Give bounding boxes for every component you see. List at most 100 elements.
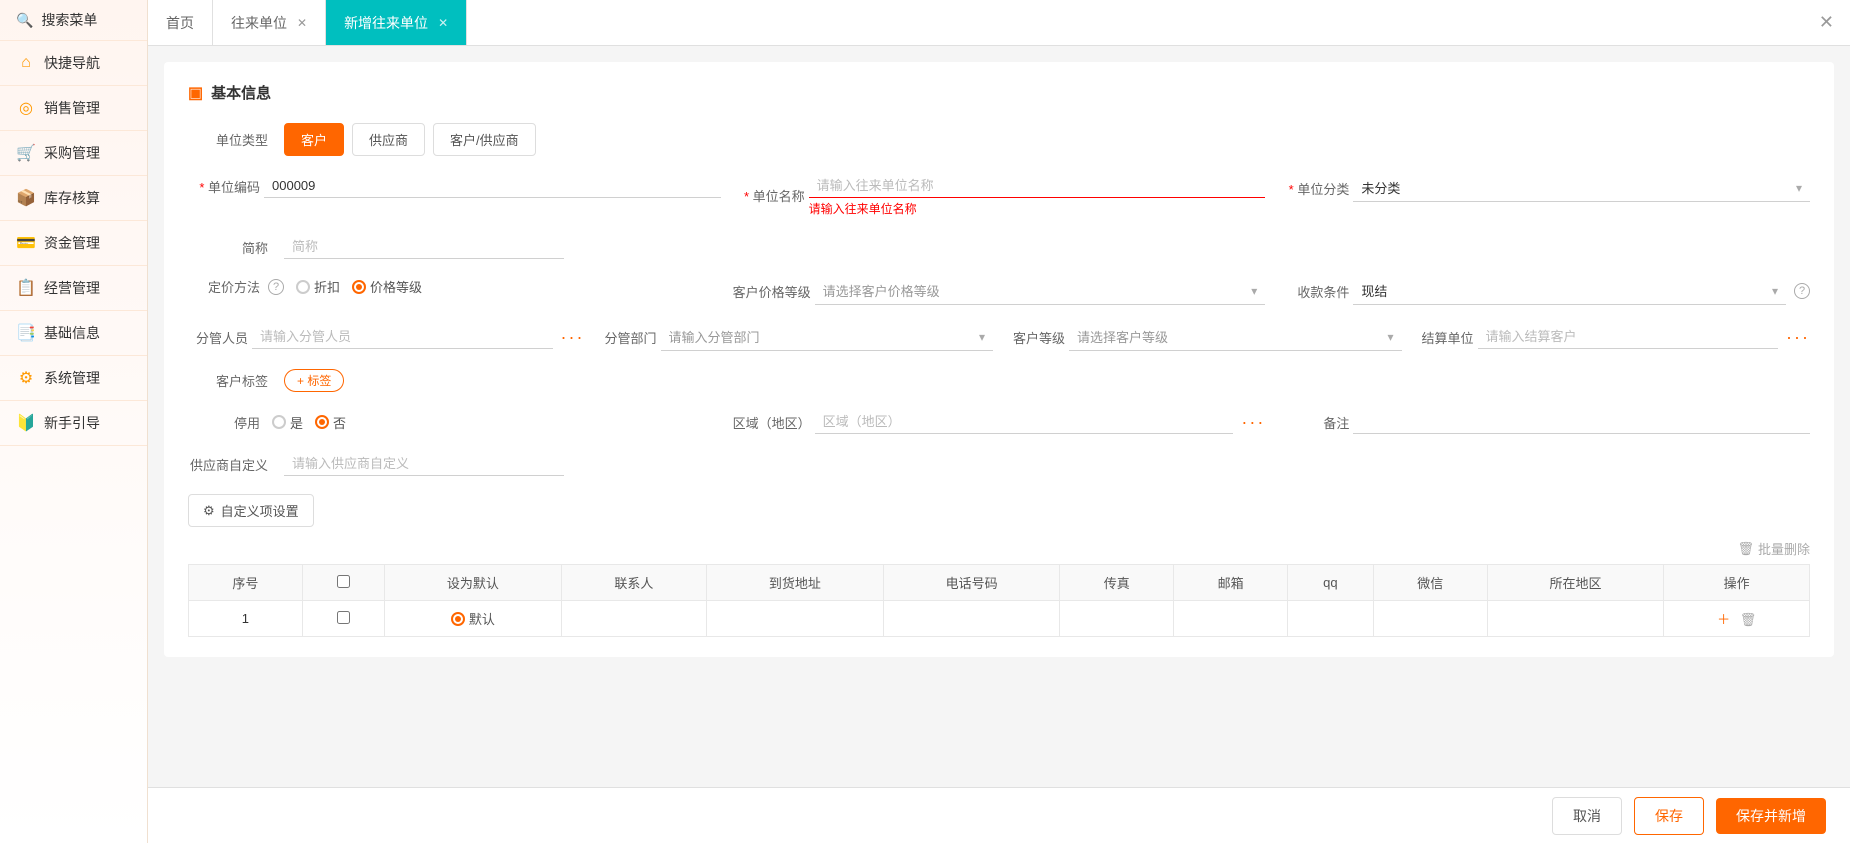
abbr-label: 简称	[188, 238, 268, 257]
default-radio-circle	[451, 612, 465, 626]
region-more-button[interactable]: ···	[1241, 412, 1265, 433]
settlement-more-button[interactable]: ···	[1786, 327, 1810, 348]
chevron-down-icon: ▾	[1796, 181, 1802, 195]
unit-category-value: 未分类	[1361, 178, 1400, 197]
th-fax: 传真	[1060, 565, 1174, 601]
disabled-radio-group: 是 否	[272, 413, 346, 432]
tab-partners-close[interactable]: ✕	[297, 16, 307, 30]
batch-delete-label[interactable]: 批量删除	[1758, 539, 1810, 558]
disabled-yes-radio[interactable]: 是	[272, 413, 303, 432]
finance-icon: 💳	[16, 233, 36, 253]
cell-checkbox[interactable]	[302, 601, 384, 637]
dept-select[interactable]: 请输入分管部门 ▾	[661, 323, 994, 351]
tab-partners[interactable]: 往来单位 ✕	[213, 0, 326, 45]
pricing-discount-radio[interactable]: 折扣	[296, 277, 340, 296]
cell-qq	[1287, 601, 1373, 637]
unit-name-input[interactable]	[809, 174, 1266, 198]
main-area: 首页 往来单位 ✕ 新增往来单位 ✕ ✕ ▣ 基本信息 单位类型 客户 供应商	[148, 0, 1850, 843]
region-label: 区域（地区）	[733, 413, 811, 432]
tab-new-partner[interactable]: 新增往来单位 ✕	[326, 0, 467, 45]
delete-row-button[interactable]: 🗑	[1740, 612, 1757, 627]
unit-type-label: 单位类型	[188, 130, 268, 149]
batch-delete-area: 🗑 批量删除	[188, 539, 1810, 558]
settlement-label: 结算单位	[1414, 328, 1474, 347]
add-tag-button[interactable]: + 标签	[284, 369, 344, 392]
supplier-custom-label: 供应商自定义	[188, 455, 268, 474]
abbr-input[interactable]	[284, 235, 564, 259]
sidebar-item-finance[interactable]: 💳 资金管理	[0, 221, 147, 266]
cancel-button[interactable]: 取消	[1552, 797, 1622, 835]
sidebar-label-quick-nav: 快捷导航	[44, 53, 100, 73]
sidebar-item-basic-info[interactable]: 📑 基础信息	[0, 311, 147, 356]
sidebar-label-guide: 新手引导	[44, 413, 100, 433]
supplier-custom-input[interactable]	[284, 452, 564, 476]
sidebar-item-sales[interactable]: ◎ 销售管理	[0, 86, 147, 131]
sidebar-search-label: 搜索菜单	[41, 10, 97, 30]
pricing-help-icon[interactable]: ?	[268, 279, 284, 295]
th-seq: 序号	[189, 565, 303, 601]
unit-name-error: 请输入往来单位名称	[809, 200, 1266, 217]
unit-type-row: 单位类型 客户 供应商 客户/供应商	[188, 123, 1810, 156]
sidebar: 🔍 搜索菜单 ⌂ 快捷导航 ◎ 销售管理 🛒 采购管理 📦 库存核算 💳 资金管…	[0, 0, 148, 843]
system-icon: ⚙	[16, 368, 36, 388]
pricing-discount-radio-circle	[296, 280, 310, 294]
cell-address	[707, 601, 884, 637]
basic-info-icon: 📑	[16, 323, 36, 343]
select-all-checkbox[interactable]	[337, 575, 350, 588]
sidebar-item-quick-nav[interactable]: ⌂ 快捷导航	[0, 41, 147, 86]
btn-both[interactable]: 客户/供应商	[433, 123, 536, 156]
add-row-button[interactable]: ＋	[1717, 612, 1730, 627]
unit-code-input[interactable]	[264, 174, 721, 198]
sidebar-item-inventory[interactable]: 📦 库存核算	[0, 176, 147, 221]
cell-wechat	[1373, 601, 1487, 637]
payment-terms-select[interactable]: 现结 ▾	[1353, 277, 1786, 305]
default-radio[interactable]: 默认	[395, 609, 551, 628]
unit-category-select[interactable]: 未分类 ▾	[1353, 174, 1810, 202]
sidebar-item-purchase[interactable]: 🛒 采购管理	[0, 131, 147, 176]
sidebar-item-system[interactable]: ⚙ 系统管理	[0, 356, 147, 401]
settlement-input[interactable]	[1478, 325, 1779, 349]
basic-info-section: ▣ 基本信息 单位类型 客户 供应商 客户/供应商 单位编码	[164, 62, 1834, 657]
sidebar-item-operations[interactable]: 📋 经营管理	[0, 266, 147, 311]
customer-price-level-select[interactable]: 请选择客户价格等级 ▾	[815, 277, 1266, 305]
chevron-down-icon5: ▾	[1387, 330, 1393, 344]
supervisor-row: 分管人员 ··· 分管部门 请输入分管部门 ▾ 客户等级 请选择客户等级 ▾	[188, 323, 1810, 351]
unit-category-field: 单位分类 未分类 ▾	[1277, 174, 1810, 202]
customer-level-select[interactable]: 请选择客户等级 ▾	[1069, 323, 1402, 351]
tab-new-partner-label: 新增往来单位	[344, 13, 428, 33]
purchase-icon: 🛒	[16, 143, 36, 163]
sidebar-search[interactable]: 🔍 搜索菜单	[0, 0, 147, 41]
code-name-category-row: 单位编码 单位名称 请输入往来单位名称 单位分类	[188, 174, 1810, 217]
remark-input[interactable]	[1353, 410, 1810, 434]
th-checkbox[interactable]	[302, 565, 384, 601]
supervisor-more-button[interactable]: ···	[561, 327, 585, 348]
save-add-button[interactable]: 保存并新增	[1716, 798, 1826, 834]
disabled-no-radio[interactable]: 否	[315, 413, 346, 432]
content-area: ▣ 基本信息 单位类型 客户 供应商 客户/供应商 单位编码	[148, 46, 1850, 787]
btn-supplier[interactable]: 供应商	[352, 123, 425, 156]
custom-setting-button[interactable]: ⚙ 自定义项设置	[188, 494, 314, 527]
section-title: ▣ 基本信息	[188, 82, 1810, 103]
th-phone: 电话号码	[883, 565, 1060, 601]
tab-new-partner-close[interactable]: ✕	[438, 16, 448, 30]
row-checkbox[interactable]	[337, 611, 350, 624]
save-button[interactable]: 保存	[1634, 797, 1704, 835]
tab-home[interactable]: 首页	[148, 0, 213, 45]
btn-customer[interactable]: 客户	[284, 123, 344, 156]
sidebar-item-guide[interactable]: 🔰 新手引导	[0, 401, 147, 446]
region-input[interactable]	[815, 410, 1234, 434]
pricing-level-radio-circle	[352, 280, 366, 294]
disabled-label: 停用	[188, 413, 260, 432]
disabled-field: 停用 是 否	[188, 413, 721, 432]
pricing-level-radio[interactable]: 价格等级	[352, 277, 422, 296]
th-region: 所在地区	[1487, 565, 1664, 601]
unit-category-label: 单位分类	[1277, 179, 1349, 198]
disabled-yes-label: 是	[290, 413, 303, 432]
disabled-no-circle	[315, 415, 329, 429]
supervisor-input[interactable]	[252, 325, 553, 349]
close-all-button[interactable]: ✕	[1803, 12, 1850, 33]
cell-phone	[883, 601, 1060, 637]
customer-level-field: 客户等级 请选择客户等级 ▾	[1005, 323, 1402, 351]
payment-terms-help-icon[interactable]: ?	[1794, 283, 1810, 299]
remark-field: 备注	[1277, 410, 1810, 434]
